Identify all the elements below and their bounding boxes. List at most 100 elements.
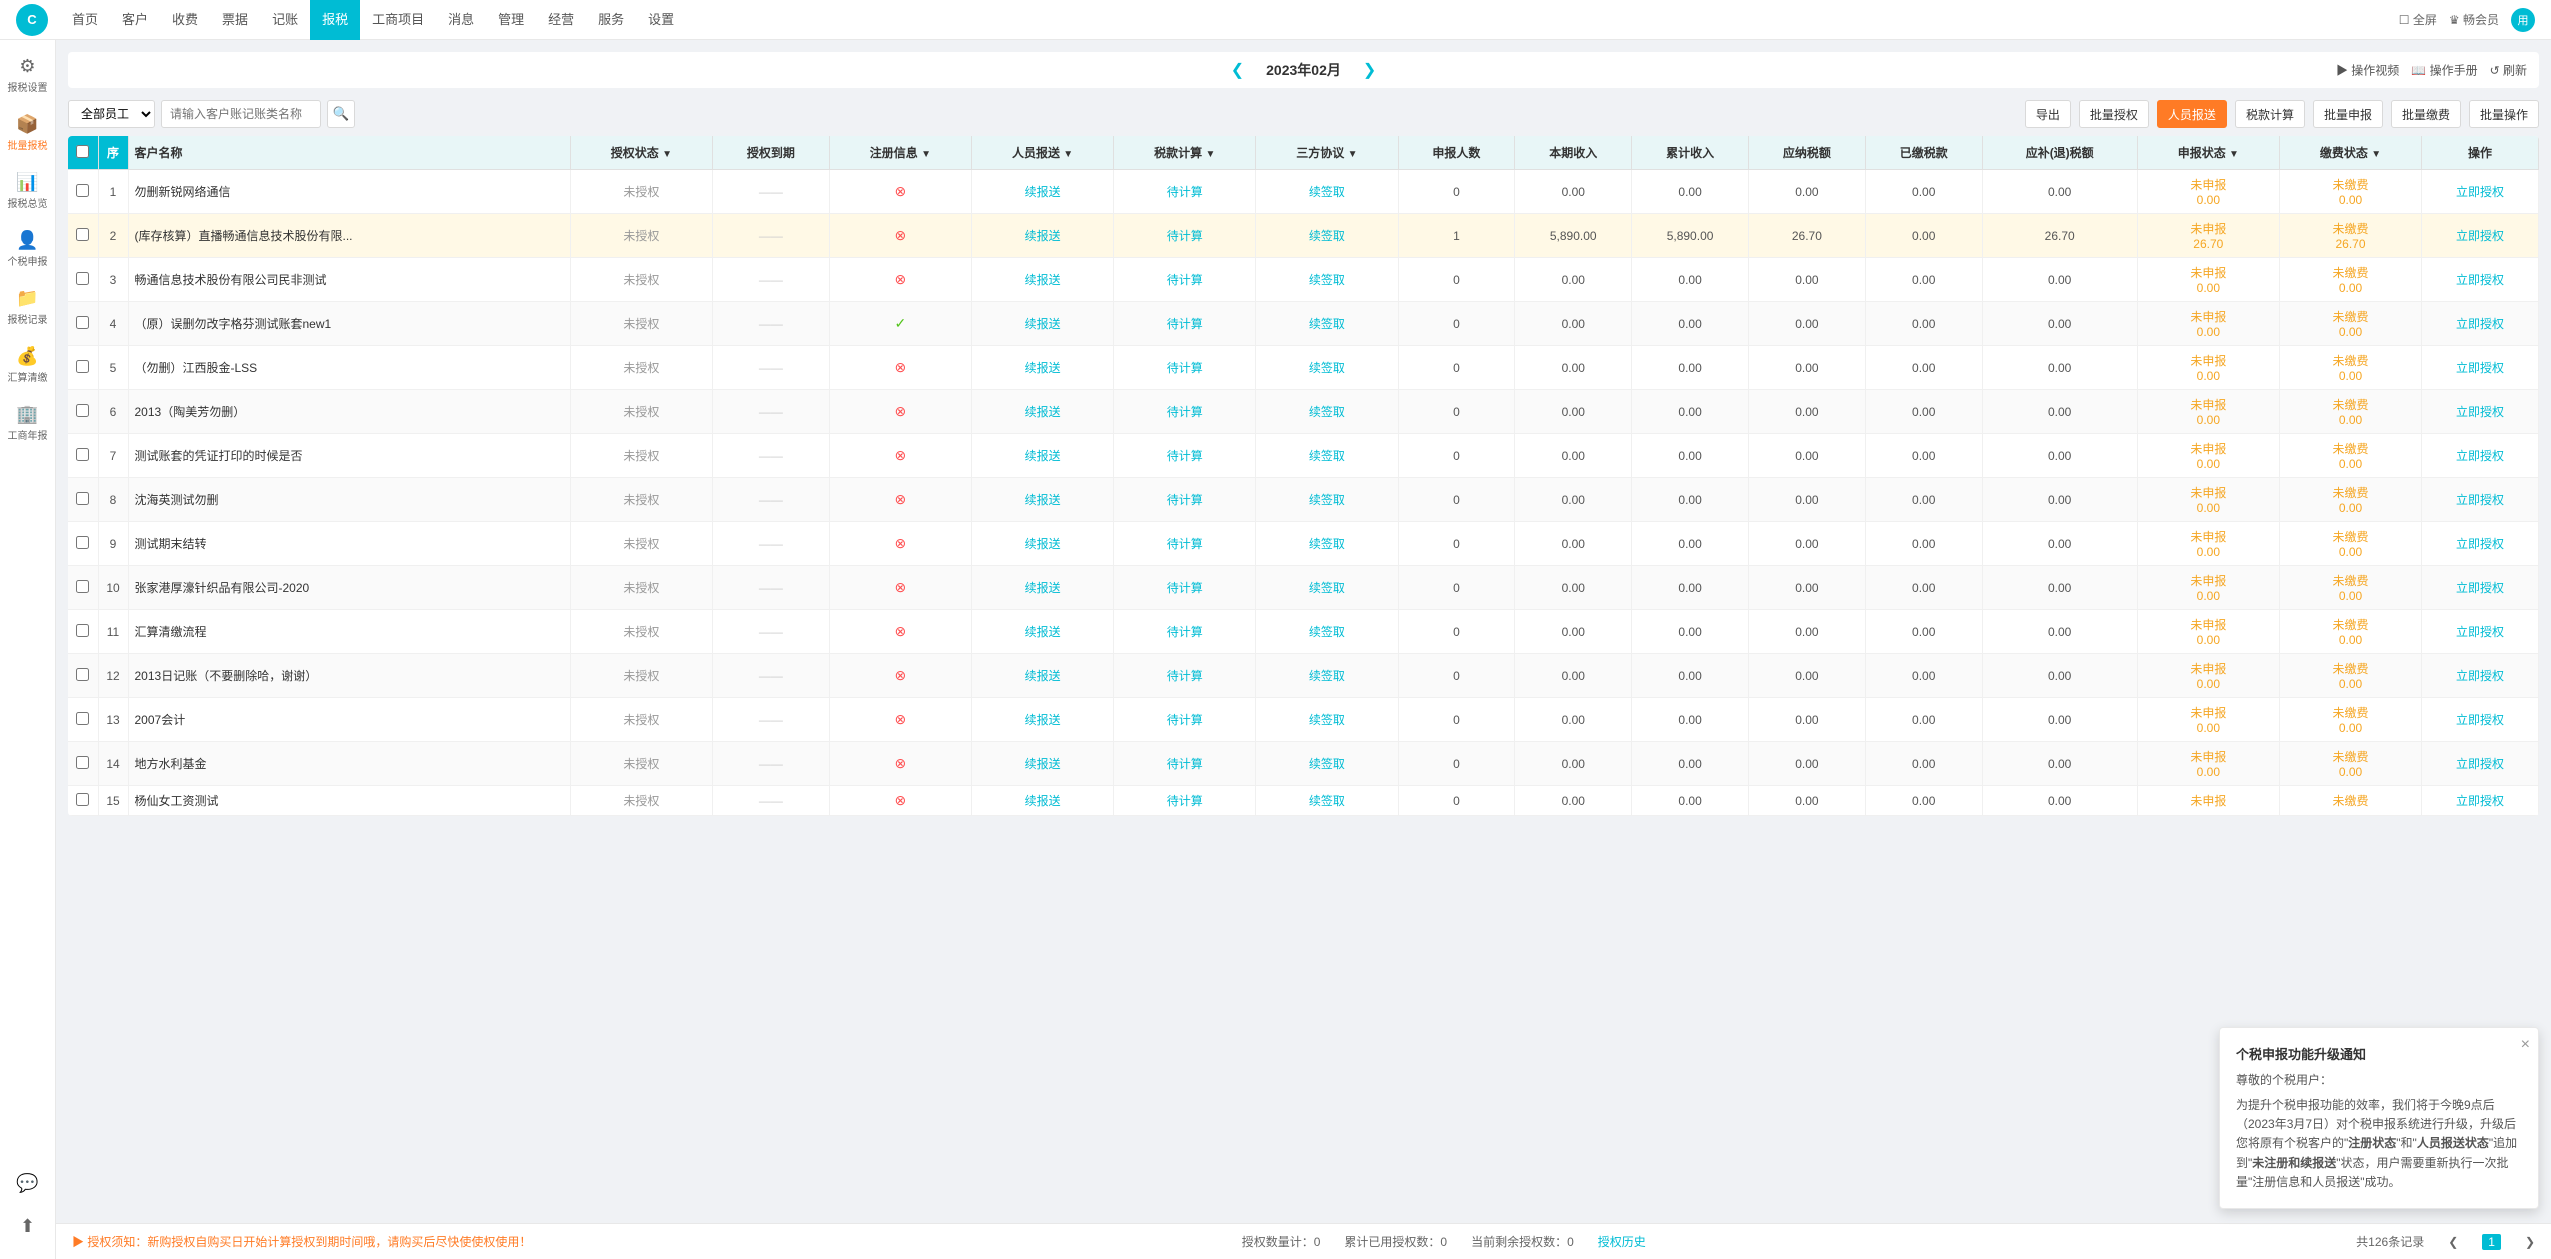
row-action[interactable]: 立即授权 bbox=[2422, 346, 2539, 390]
sidebar-item-personal-tax[interactable]: 👤 个税申报 bbox=[2, 222, 54, 276]
row-agreement[interactable]: 续签取 bbox=[1256, 566, 1398, 610]
row-agreement[interactable]: 续签取 bbox=[1256, 522, 1398, 566]
prev-month-btn[interactable]: ❮ bbox=[1225, 60, 1250, 80]
auth-history-link[interactable]: 授权历史 bbox=[1598, 1233, 1646, 1250]
next-month-btn[interactable]: ❯ bbox=[1357, 60, 1382, 80]
nav-tax[interactable]: 报税 bbox=[310, 0, 360, 40]
row-action[interactable]: 立即授权 bbox=[2422, 566, 2539, 610]
search-button[interactable]: 🔍 bbox=[327, 100, 355, 128]
row-agreement[interactable]: 续签取 bbox=[1256, 786, 1398, 816]
row-action[interactable]: 立即授权 bbox=[2422, 390, 2539, 434]
row-select-checkbox[interactable] bbox=[76, 272, 89, 285]
nav-service[interactable]: 服务 bbox=[586, 0, 636, 40]
row-agreement[interactable]: 续签取 bbox=[1256, 346, 1398, 390]
row-action[interactable]: 立即授权 bbox=[2422, 698, 2539, 742]
row-select-checkbox[interactable] bbox=[76, 624, 89, 637]
staff-filter-select[interactable]: 全部员工 bbox=[68, 100, 155, 128]
row-action[interactable]: 立即授权 bbox=[2422, 170, 2539, 214]
row-agreement[interactable]: 续签取 bbox=[1256, 302, 1398, 346]
sidebar-item-bottom2[interactable]: ⬆ bbox=[2, 1208, 54, 1247]
row-tax-calc[interactable]: 待计算 bbox=[1114, 742, 1256, 786]
row-select-checkbox[interactable] bbox=[76, 184, 89, 197]
sidebar-item-tax-settings[interactable]: ⚙ 报税设置 bbox=[2, 48, 54, 102]
row-select-checkbox[interactable] bbox=[76, 793, 89, 806]
row-action[interactable]: 立即授权 bbox=[2422, 654, 2539, 698]
row-tax-calc[interactable]: 待计算 bbox=[1114, 610, 1256, 654]
personnel-report-btn[interactable]: 人员报送 bbox=[2157, 100, 2227, 128]
row-agreement[interactable]: 续签取 bbox=[1256, 478, 1398, 522]
batch-file-btn[interactable]: 批量申报 bbox=[2313, 100, 2383, 128]
nav-operations[interactable]: 经营 bbox=[536, 0, 586, 40]
row-report[interactable]: 续报送 bbox=[971, 742, 1113, 786]
search-input[interactable] bbox=[161, 100, 321, 128]
nav-management[interactable]: 管理 bbox=[486, 0, 536, 40]
row-report[interactable]: 续报送 bbox=[971, 610, 1113, 654]
nav-messages[interactable]: 消息 bbox=[436, 0, 486, 40]
batch-pay-btn[interactable]: 批量缴费 bbox=[2391, 100, 2461, 128]
row-action[interactable]: 立即授权 bbox=[2422, 258, 2539, 302]
sidebar-item-batch-tax[interactable]: 📦 批量报税 bbox=[2, 106, 54, 160]
row-select-checkbox[interactable] bbox=[76, 228, 89, 241]
row-report[interactable]: 续报送 bbox=[971, 522, 1113, 566]
row-select-checkbox[interactable] bbox=[76, 756, 89, 769]
row-tax-calc[interactable]: 待计算 bbox=[1114, 566, 1256, 610]
user-avatar[interactable]: 用 bbox=[2511, 8, 2535, 32]
notification-close-btn[interactable]: × bbox=[2521, 1036, 2530, 1054]
row-report[interactable]: 续报送 bbox=[971, 346, 1113, 390]
sidebar-item-tax-overview[interactable]: 📊 报税总览 bbox=[2, 164, 54, 218]
row-tax-calc[interactable]: 待计算 bbox=[1114, 170, 1256, 214]
row-action[interactable]: 立即授权 bbox=[2422, 478, 2539, 522]
nav-billing[interactable]: 收费 bbox=[160, 0, 210, 40]
nav-business[interactable]: 工商项目 bbox=[360, 0, 436, 40]
select-all-checkbox[interactable] bbox=[76, 145, 89, 158]
batch-auth-btn[interactable]: 批量授权 bbox=[2079, 100, 2149, 128]
sidebar-item-reconciliation[interactable]: 💰 汇算清缴 bbox=[2, 338, 54, 392]
page-prev-btn[interactable]: ❮ bbox=[2448, 1235, 2458, 1249]
row-tax-calc[interactable]: 待计算 bbox=[1114, 346, 1256, 390]
sidebar-item-tax-records[interactable]: 📁 报税记录 bbox=[2, 280, 54, 334]
row-select-checkbox[interactable] bbox=[76, 580, 89, 593]
row-agreement[interactable]: 续签取 bbox=[1256, 390, 1398, 434]
row-report[interactable]: 续报送 bbox=[971, 434, 1113, 478]
row-agreement[interactable]: 续签取 bbox=[1256, 610, 1398, 654]
row-agreement[interactable]: 续签取 bbox=[1256, 170, 1398, 214]
refresh-btn[interactable]: ↺ 刷新 bbox=[2490, 62, 2527, 79]
row-tax-calc[interactable]: 待计算 bbox=[1114, 390, 1256, 434]
row-tax-calc[interactable]: 待计算 bbox=[1114, 258, 1256, 302]
tax-calc-btn[interactable]: 税款计算 bbox=[2235, 100, 2305, 128]
row-report[interactable]: 续报送 bbox=[971, 698, 1113, 742]
row-action[interactable]: 立即授权 bbox=[2422, 610, 2539, 654]
row-report[interactable]: 续报送 bbox=[971, 390, 1113, 434]
row-select-checkbox[interactable] bbox=[76, 492, 89, 505]
nav-home[interactable]: 首页 bbox=[60, 0, 110, 40]
sidebar-item-bottom1[interactable]: 💬 bbox=[2, 1165, 54, 1204]
row-agreement[interactable]: 续签取 bbox=[1256, 214, 1398, 258]
row-select-checkbox[interactable] bbox=[76, 668, 89, 681]
nav-invoice[interactable]: 票据 bbox=[210, 0, 260, 40]
row-report[interactable]: 续报送 bbox=[971, 478, 1113, 522]
row-report[interactable]: 续报送 bbox=[971, 566, 1113, 610]
row-report[interactable]: 续报送 bbox=[971, 258, 1113, 302]
row-select-checkbox[interactable] bbox=[76, 316, 89, 329]
batch-ops-btn[interactable]: 批量操作 bbox=[2469, 100, 2539, 128]
row-tax-calc[interactable]: 待计算 bbox=[1114, 214, 1256, 258]
operation-video-btn[interactable]: ▶ 操作视频 bbox=[2336, 62, 2399, 79]
row-report[interactable]: 续报送 bbox=[971, 786, 1113, 816]
nav-accounting[interactable]: 记账 bbox=[260, 0, 310, 40]
row-tax-calc[interactable]: 待计算 bbox=[1114, 434, 1256, 478]
nav-settings[interactable]: 设置 bbox=[636, 0, 686, 40]
row-agreement[interactable]: 续签取 bbox=[1256, 258, 1398, 302]
row-select-checkbox[interactable] bbox=[76, 712, 89, 725]
row-report[interactable]: 续报送 bbox=[971, 170, 1113, 214]
row-agreement[interactable]: 续签取 bbox=[1256, 434, 1398, 478]
row-report[interactable]: 续报送 bbox=[971, 654, 1113, 698]
export-btn[interactable]: 导出 bbox=[2025, 100, 2071, 128]
nav-client[interactable]: 客户 bbox=[110, 0, 160, 40]
fullscreen-btn[interactable]: ☐ 全屏 bbox=[2399, 11, 2437, 28]
row-select-checkbox[interactable] bbox=[76, 404, 89, 417]
row-tax-calc[interactable]: 待计算 bbox=[1114, 522, 1256, 566]
row-tax-calc[interactable]: 待计算 bbox=[1114, 478, 1256, 522]
row-select-checkbox[interactable] bbox=[76, 536, 89, 549]
row-select-checkbox[interactable] bbox=[76, 448, 89, 461]
row-report[interactable]: 续报送 bbox=[971, 214, 1113, 258]
